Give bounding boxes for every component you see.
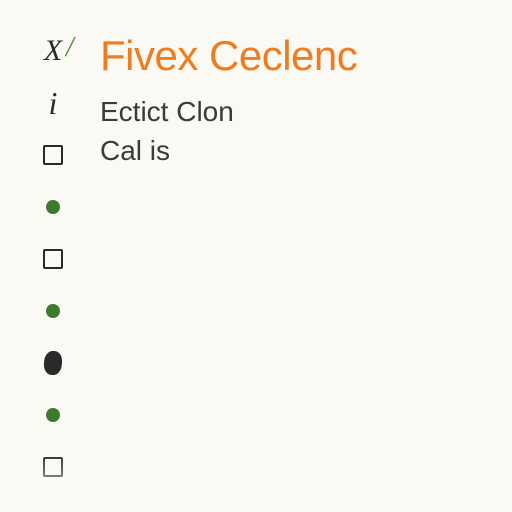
sub-item: Ectict Clon [100,92,234,131]
title-word-2: Ceclenc [209,32,357,79]
bottom-fade [0,452,512,512]
bullet-dot-icon [46,200,60,214]
marker-row[interactable] [30,446,76,488]
marker-row: X/ [30,30,76,72]
marker-row[interactable] [30,238,76,280]
marker-row[interactable] [30,134,76,176]
checkbox-icon[interactable] [43,145,63,165]
title-word-1: Fivex [100,32,198,79]
sub-item: Cal is [100,131,234,170]
sub-item-list: Ectict Clon Cal is [100,92,234,170]
bullet-dot-icon [46,408,60,422]
bullet-dot-icon [46,304,60,318]
marker-row [30,342,76,384]
marker-row [30,186,76,228]
page-title: Fivex Ceclenc [100,32,357,80]
marker-row: i [30,82,76,124]
checkbox-icon[interactable] [43,249,63,269]
marker-column: X/ i [30,30,76,498]
italic-i-icon: i [49,85,58,122]
checkbox-icon[interactable] [43,457,63,477]
marker-row [30,290,76,332]
blob-icon [43,351,64,375]
marker-row [30,394,76,436]
x-icon: X/ [44,34,62,68]
